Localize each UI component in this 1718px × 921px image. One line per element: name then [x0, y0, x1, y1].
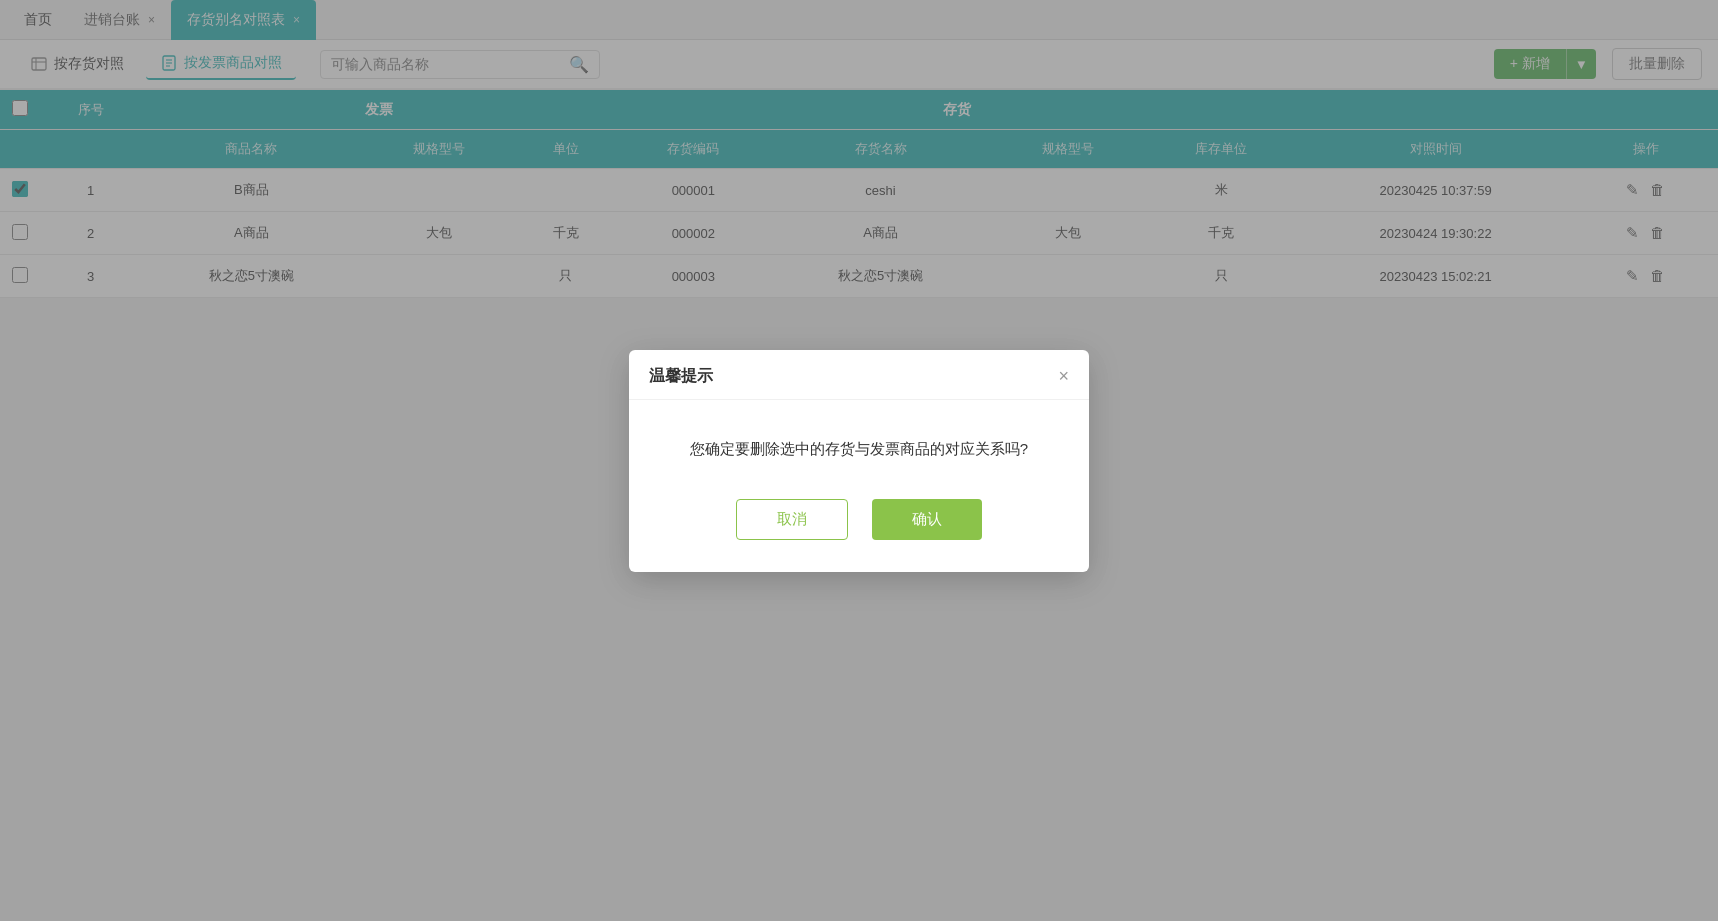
overlay: 温馨提示 × 您确定要删除选中的存货与发票商品的对应关系吗? 取消 确认: [0, 0, 1718, 298]
